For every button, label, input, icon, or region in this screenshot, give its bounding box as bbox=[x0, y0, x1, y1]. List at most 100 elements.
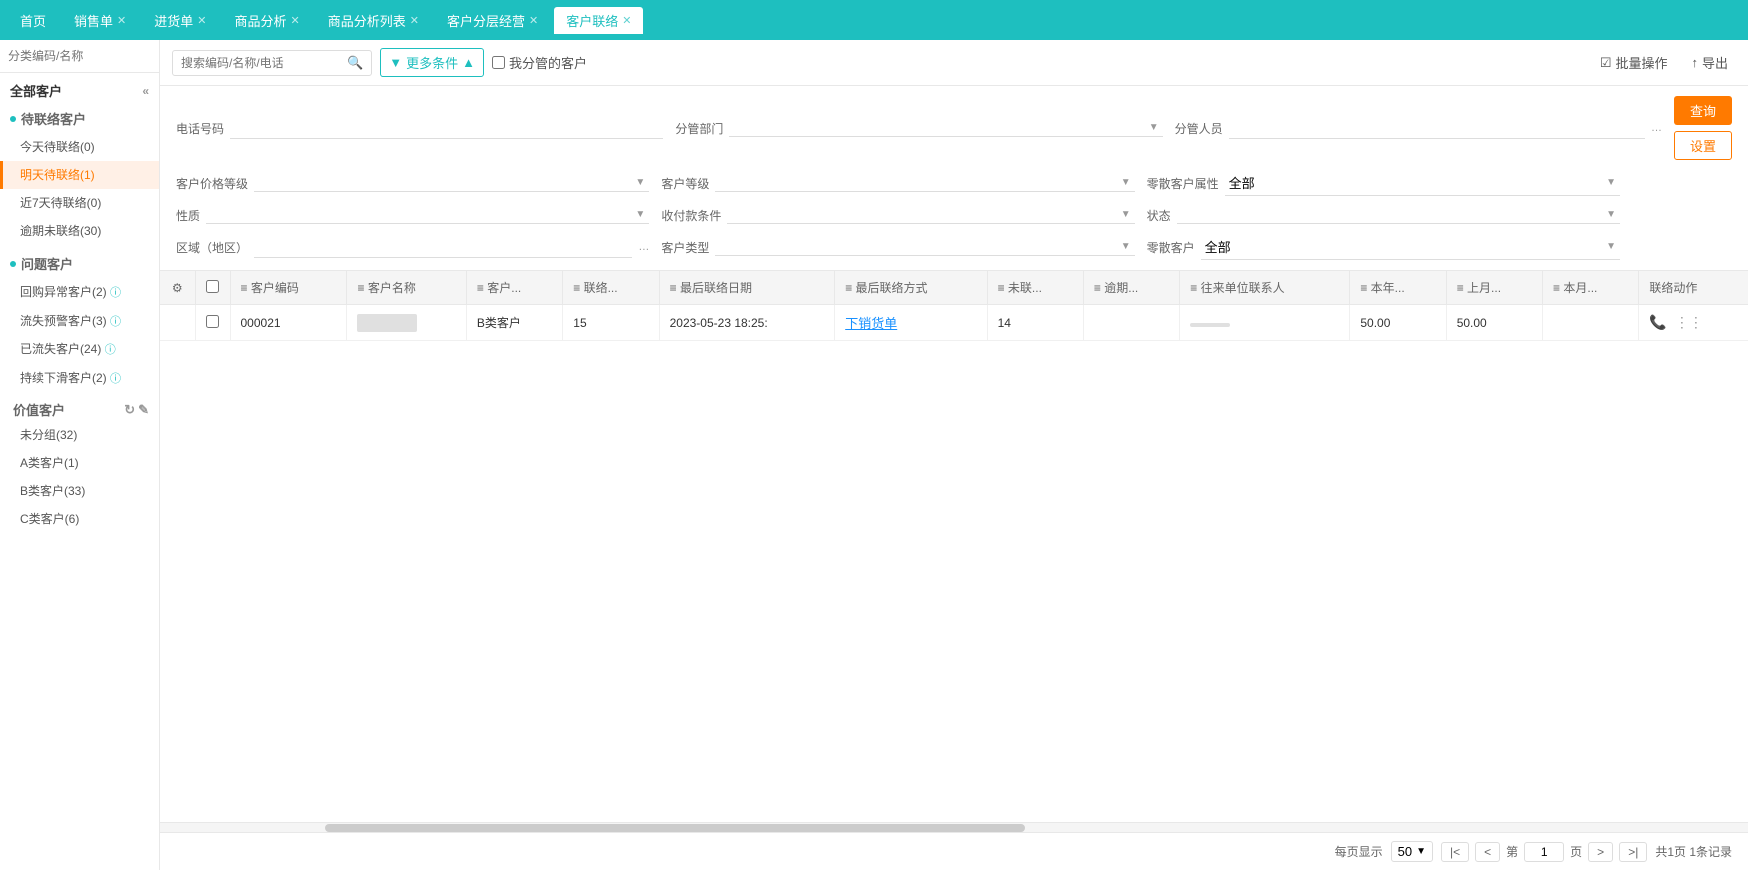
col-this-year-header: ≡ 本年... bbox=[1350, 271, 1446, 305]
toolbar-right: ☑ 批量操作 ↑ 导出 bbox=[1592, 49, 1736, 76]
sidebar-search-input[interactable] bbox=[8, 49, 160, 63]
search-input[interactable] bbox=[181, 56, 341, 70]
filter-manager-control[interactable] bbox=[1229, 118, 1645, 139]
search-icon[interactable]: 🔍 bbox=[347, 55, 363, 71]
filter-payment-select[interactable]: ▼ bbox=[727, 206, 1134, 224]
sidebar-item-b-class[interactable]: B类客户(33) bbox=[0, 477, 159, 505]
sidebar: 🔍 全部客户 « 待联络客户 今天待联络(0) 明天待联络(1) 近7天待联络(… bbox=[0, 40, 160, 870]
filter-payment: 收付款条件 ▼ bbox=[661, 206, 1134, 224]
page-number-input[interactable] bbox=[1524, 842, 1564, 862]
refresh-icon[interactable]: ↻ bbox=[124, 402, 135, 418]
row-checkbox[interactable] bbox=[206, 315, 219, 328]
select-all-checkbox[interactable] bbox=[206, 280, 219, 293]
col-customer-type-header: ≡ 客户... bbox=[466, 271, 562, 305]
query-button[interactable]: 查询 bbox=[1674, 96, 1732, 125]
sidebar-item-churned[interactable]: 已流失客户(24) ⓘ bbox=[0, 335, 159, 364]
filter-gender-select[interactable]: ▼ bbox=[206, 206, 649, 224]
col-last-contact-date-header: ≡ 最后联络日期 bbox=[659, 271, 835, 305]
col-checkbox-header[interactable] bbox=[195, 271, 230, 305]
sidebar-collapse-icon[interactable]: « bbox=[142, 84, 149, 98]
sidebar-item-churn-warning[interactable]: 流失预警客户(3) ⓘ bbox=[0, 307, 159, 336]
filter-area: 区域（地区） … bbox=[176, 234, 649, 260]
table-row: 000021 Ea B类客户 15 2023-05-23 18:25: 下销货单… bbox=[160, 305, 1748, 341]
col-this-month-header: ≡ 本月... bbox=[1543, 271, 1639, 305]
nav-sales-order[interactable]: 销售单 ✕ bbox=[62, 7, 138, 34]
nav-customer-contact[interactable]: 客户联络 ✕ bbox=[554, 7, 643, 34]
first-page-button[interactable]: |< bbox=[1441, 842, 1469, 862]
sidebar-item-today-contact[interactable]: 今天待联络(0) bbox=[0, 133, 159, 161]
sidebar-item-a-class[interactable]: A类客户(1) bbox=[0, 449, 159, 477]
filter-panel: 电话号码 分管部门 ▼ 分管人员 bbox=[160, 86, 1748, 271]
filter-retail-attr-select[interactable]: 全部 ▼ bbox=[1225, 170, 1620, 196]
filter-price-level-select[interactable]: ▼ bbox=[254, 174, 649, 192]
contact-icon[interactable]: 📞 bbox=[1649, 314, 1666, 331]
top-navigation: 首页 销售单 ✕ 进货单 ✕ 商品分析 ✕ 商品分析列表 ✕ 客户分层经营 ✕ … bbox=[0, 0, 1748, 40]
chevron-down-icon: ▼ bbox=[1149, 122, 1159, 133]
filter-area-control[interactable] bbox=[254, 237, 632, 258]
sidebar-item-declining[interactable]: 持续下滑客户(2) ⓘ bbox=[0, 364, 159, 393]
nav-product-analysis-list[interactable]: 商品分析列表 ✕ bbox=[316, 7, 431, 34]
last-page-button[interactable]: >| bbox=[1619, 842, 1647, 862]
filter-phone-input[interactable] bbox=[234, 121, 659, 135]
filter-price-level: 客户价格等级 ▼ bbox=[176, 170, 649, 196]
filter-manager-input[interactable] bbox=[1233, 121, 1641, 135]
prev-page-button[interactable]: < bbox=[1475, 842, 1500, 862]
col-contact-person-header: ≡ 往来单位联系人 bbox=[1180, 271, 1350, 305]
next-page-button[interactable]: > bbox=[1588, 842, 1613, 862]
nav-purchase-order[interactable]: 进货单 ✕ bbox=[142, 7, 218, 34]
export-button[interactable]: ↑ 导出 bbox=[1683, 49, 1736, 76]
edit-icon[interactable]: ✎ bbox=[138, 402, 149, 418]
set-button[interactable]: 设置 bbox=[1674, 131, 1732, 160]
col-overdue-header: ≡ 逾期... bbox=[1083, 271, 1179, 305]
nav-product-analysis[interactable]: 商品分析 ✕ bbox=[222, 7, 311, 34]
more-icon[interactable]: … bbox=[638, 241, 649, 253]
filter-retail-customer-select[interactable]: 全部 ▼ bbox=[1201, 234, 1620, 260]
batch-ops-button[interactable]: ☑ 批量操作 bbox=[1592, 49, 1676, 76]
customer-table: ⚙ ≡ 客户编码 ≡ 客户名称 ≡ 客户... ≡ 联络... ≡ 最后联络日期… bbox=[160, 271, 1748, 341]
col-setting-header[interactable]: ⚙ bbox=[160, 271, 195, 305]
page-size-select[interactable]: 50 ▼ bbox=[1391, 841, 1433, 862]
horizontal-scrollbar[interactable] bbox=[160, 822, 1748, 832]
filter-customer-level-select[interactable]: ▼ bbox=[715, 174, 1134, 192]
cell-this-year: 50.00 bbox=[1350, 305, 1446, 341]
cell-customer-name: Ea bbox=[347, 305, 466, 341]
more-filter-button[interactable]: ▼ 更多条件 ▲ bbox=[380, 48, 484, 77]
cell-last-contact-method[interactable]: 下销货单 bbox=[835, 305, 987, 341]
filter-customer-type-select[interactable]: ▼ bbox=[715, 238, 1134, 256]
sidebar-item-7days-contact[interactable]: 近7天待联络(0) bbox=[0, 189, 159, 217]
sidebar-item-repurchase-abnormal[interactable]: 回购异常客户(2) ⓘ bbox=[0, 278, 159, 307]
my-customers-checkbox[interactable] bbox=[492, 56, 505, 69]
my-customers-checkbox-label[interactable]: 我分管的客户 bbox=[492, 53, 587, 72]
nav-close-icon[interactable]: ✕ bbox=[410, 14, 419, 27]
sidebar-item-c-class[interactable]: C类客户(6) bbox=[0, 505, 159, 533]
filter-manager: 分管人员 … bbox=[1175, 96, 1662, 160]
chevron-up-icon: ▲ bbox=[462, 55, 475, 70]
nav-close-icon[interactable]: ✕ bbox=[197, 14, 206, 27]
nav-close-icon-active[interactable]: ✕ bbox=[622, 14, 631, 27]
nav-close-icon[interactable]: ✕ bbox=[529, 14, 538, 27]
nav-close-icon[interactable]: ✕ bbox=[291, 14, 300, 27]
col-contact-count-header: ≡ 联络... bbox=[563, 271, 659, 305]
filter-phone-control[interactable] bbox=[230, 118, 663, 139]
filter-area-input[interactable] bbox=[258, 240, 628, 254]
filter-status-select[interactable]: ▼ bbox=[1177, 206, 1620, 224]
filter-gender: 性质 ▼ bbox=[176, 206, 649, 224]
sidebar-all-customers[interactable]: 全部客户 « bbox=[0, 73, 159, 104]
chevron-down-icon: ▼ bbox=[1121, 177, 1131, 188]
filter-dept-select[interactable]: ▼ bbox=[729, 119, 1162, 137]
more-action-icon[interactable]: ⋮⋮ bbox=[1675, 314, 1703, 331]
more-icon[interactable]: … bbox=[1651, 122, 1662, 134]
sidebar-group-problem-customers: 问题客户 bbox=[0, 249, 159, 278]
filter-customer-level: 客户等级 ▼ bbox=[661, 170, 1134, 196]
sidebar-item-overdue-contact[interactable]: 逾期未联络(30) bbox=[0, 217, 159, 245]
nav-close-icon[interactable]: ✕ bbox=[117, 14, 126, 27]
sidebar-item-ungrouped[interactable]: 未分组(32) bbox=[0, 421, 159, 449]
pagination: |< < 第 页 > >| bbox=[1441, 842, 1647, 862]
cell-checkbox[interactable] bbox=[195, 305, 230, 341]
filter-area-label: 区域（地区） bbox=[176, 239, 248, 256]
filter-gender-label: 性质 bbox=[176, 207, 200, 224]
nav-customer-segment[interactable]: 客户分层经营 ✕ bbox=[435, 7, 550, 34]
scrollbar-thumb[interactable] bbox=[325, 824, 1025, 832]
sidebar-item-tomorrow-contact[interactable]: 明天待联络(1) bbox=[0, 161, 159, 189]
nav-home[interactable]: 首页 bbox=[8, 7, 58, 34]
